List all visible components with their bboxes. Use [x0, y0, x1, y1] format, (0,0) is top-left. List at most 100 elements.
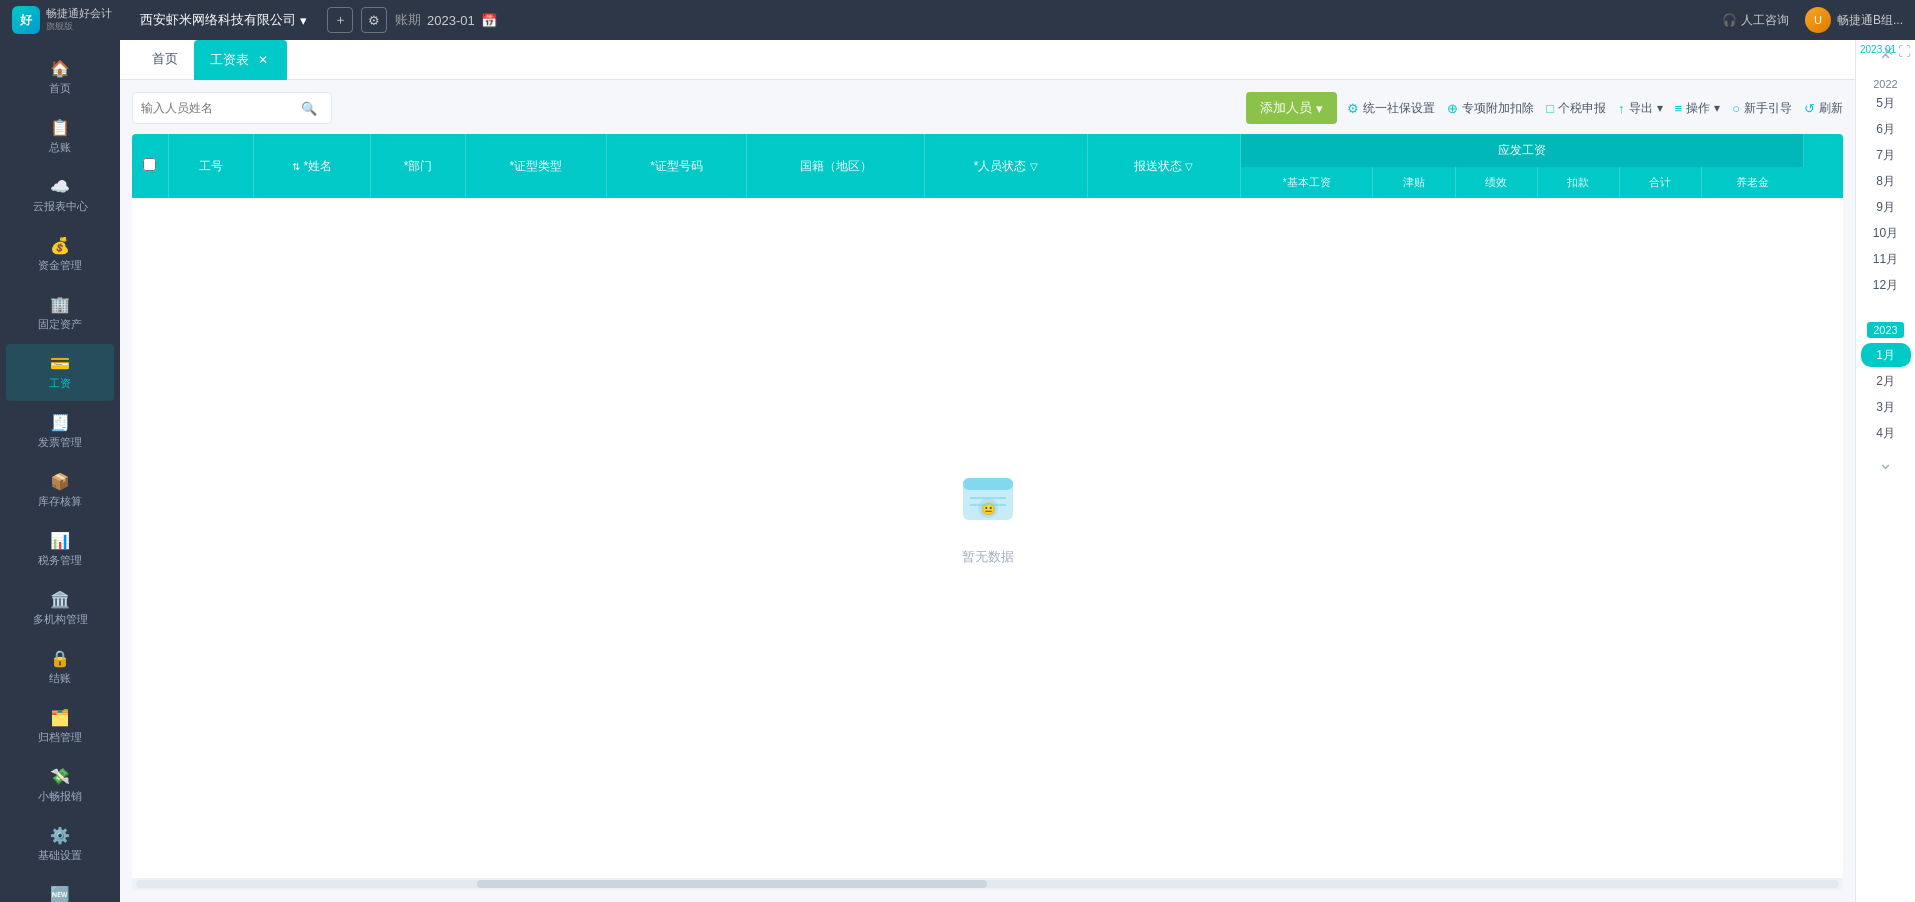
inventory-icon: 📦	[50, 472, 70, 491]
svg-rect-1	[963, 478, 1013, 490]
tab-home[interactable]: 首页	[136, 40, 194, 80]
sidebar-item-fund[interactable]: 💰 资金管理	[6, 226, 114, 283]
new-guide-btn[interactable]: ○ 新手引导	[1732, 100, 1792, 117]
report-filter-icon: ▽	[1185, 161, 1193, 172]
user-name: 畅捷通B组...	[1837, 12, 1903, 29]
th-checkbox[interactable]	[132, 134, 168, 198]
invoice-icon: 🧾	[50, 413, 70, 432]
scrollbar-track[interactable]	[136, 880, 1839, 888]
sidebar: 🏠 首页 📋 总账 ☁️ 云报表中心 💰 资金管理 🏢 固定资产 💳 工资 🧾 …	[0, 40, 120, 902]
search-icon: 🔍	[301, 101, 317, 116]
th-cert-type: *证型类型	[465, 134, 606, 198]
right-panel: ⌃ 2022 5月 6月 7月 8月 9月 10月 11月 12月 2023 1…	[1855, 40, 1915, 902]
month-1[interactable]: 1月	[1861, 343, 1911, 367]
headset-icon: 🎧	[1722, 13, 1737, 27]
service-btn[interactable]: 🎧 人工咨询	[1722, 12, 1789, 29]
export-btn[interactable]: ↑ 导出 ▾	[1618, 100, 1663, 117]
month-5[interactable]: 5月	[1861, 91, 1911, 115]
th-operation	[1804, 134, 1843, 198]
add-company-btn[interactable]: ＋	[327, 7, 353, 33]
expense-icon: 💸	[50, 767, 70, 786]
month-7[interactable]: 7月	[1861, 143, 1911, 167]
month-6[interactable]: 6月	[1861, 117, 1911, 141]
sidebar-item-assets[interactable]: 🏢 固定资产	[6, 285, 114, 342]
special-deduction-label: 专项附加扣除	[1462, 100, 1534, 117]
social-security-icon: ⚙	[1347, 101, 1359, 116]
month-9[interactable]: 9月	[1861, 195, 1911, 219]
user-area[interactable]: U 畅捷通B组...	[1805, 7, 1903, 33]
th-performance: 绩效	[1455, 167, 1537, 198]
month-4[interactable]: 4月	[1861, 421, 1911, 445]
sidebar-item-cloud-report[interactable]: ☁️ 云报表中心	[6, 167, 114, 224]
scrollbar-area[interactable]	[132, 878, 1843, 890]
export-arrow-icon: ▾	[1657, 101, 1663, 115]
panel-expand-icon[interactable]: ⛶	[1898, 44, 1911, 59]
period-label: 账期	[395, 11, 421, 29]
th-report-status[interactable]: 报送状态 ▽	[1087, 134, 1241, 198]
sidebar-item-home[interactable]: 🏠 首页	[6, 49, 114, 106]
tab-close-icon[interactable]: ✕	[255, 52, 271, 68]
sidebar-item-tax[interactable]: 📊 税务管理	[6, 521, 114, 578]
sidebar-item-expense[interactable]: 💸 小畅报销	[6, 757, 114, 814]
company-dropdown-icon: ▾	[300, 13, 307, 28]
th-name[interactable]: ⇅ *姓名	[254, 134, 371, 198]
refresh-btn[interactable]: ↺ 刷新	[1804, 100, 1843, 117]
th-allowance: 津贴	[1373, 167, 1455, 198]
th-base-salary: *基本工资	[1241, 167, 1373, 198]
logo-area: 好 畅捷通好会计 旗舰版	[12, 6, 132, 34]
sidebar-item-multi-org[interactable]: 🏛️ 多机构管理	[6, 580, 114, 637]
th-status[interactable]: *人员状态 ▽	[925, 134, 1087, 198]
social-security-label: 统一社保设置	[1363, 100, 1435, 117]
sidebar-item-inventory[interactable]: 📦 库存核算	[6, 462, 114, 519]
tax-report-btn[interactable]: □ 个税申报	[1546, 100, 1606, 117]
add-person-arrow-icon: ▾	[1316, 101, 1323, 116]
user-avatar: U	[1805, 7, 1831, 33]
sidebar-item-close-period[interactable]: 🔒 结账	[6, 639, 114, 696]
month-8[interactable]: 8月	[1861, 169, 1911, 193]
month-10[interactable]: 10月	[1861, 221, 1911, 245]
company-name: 西安虾米网络科技有限公司	[140, 11, 296, 29]
tab-payroll-table[interactable]: 工资表 ✕	[194, 40, 287, 80]
sidebar-item-archive[interactable]: 🗂️ 归档管理	[6, 698, 114, 755]
th-country: 国籍（地区）	[747, 134, 925, 198]
add-person-label: 添加人员	[1260, 99, 1312, 117]
search-input[interactable]	[141, 101, 301, 115]
add-person-btn[interactable]: 添加人员 ▾	[1246, 92, 1337, 124]
payroll-icon: 💳	[50, 354, 70, 373]
sidebar-item-invoice[interactable]: 🧾 发票管理	[6, 403, 114, 460]
operation-icon: ≡	[1675, 101, 1683, 116]
period-value: 2023-01	[427, 13, 475, 28]
month-2[interactable]: 2月	[1861, 369, 1911, 393]
th-salary-group: 应发工资	[1241, 134, 1804, 167]
home-icon: 🏠	[50, 59, 70, 78]
month-12[interactable]: 12月	[1861, 273, 1911, 297]
toolbar: 🔍 添加人员 ▾ ⚙ 统一社保设置 ⊕ 专项附加扣除	[132, 92, 1843, 124]
fund-icon: 💰	[50, 236, 70, 255]
logo-text: 畅捷通好会计	[46, 7, 112, 20]
new-guide-label: 新手引导	[1744, 100, 1792, 117]
current-period: 2023.01	[1860, 44, 1896, 55]
guide-icon: 🆕	[50, 885, 70, 902]
sidebar-item-guide[interactable]: 🆕 新手引导	[6, 875, 114, 902]
month-3[interactable]: 3月	[1861, 395, 1911, 419]
special-deduction-btn[interactable]: ⊕ 专项附加扣除	[1447, 100, 1534, 117]
social-security-btn[interactable]: ⚙ 统一社保设置	[1347, 100, 1435, 117]
settings-btn[interactable]: ⚙	[361, 7, 387, 33]
month-11[interactable]: 11月	[1861, 247, 1911, 271]
export-label: 导出	[1629, 100, 1653, 117]
company-selector[interactable]: 西安虾米网络科技有限公司 ▾	[132, 7, 315, 33]
sidebar-item-settings[interactable]: ⚙️ 基础设置	[6, 816, 114, 873]
panel-scroll-down-icon[interactable]: ⌄	[1876, 450, 1895, 476]
assets-icon: 🏢	[50, 295, 70, 314]
service-label: 人工咨询	[1741, 12, 1789, 29]
tax-icon: 📊	[50, 531, 70, 550]
operation-btn[interactable]: ≡ 操作 ▾	[1675, 100, 1721, 117]
settings-side-icon: ⚙️	[50, 826, 70, 845]
sidebar-item-ledger[interactable]: 📋 总账	[6, 108, 114, 165]
empty-icon: 😐	[948, 458, 1028, 538]
select-all-checkbox[interactable]	[143, 158, 156, 171]
sidebar-item-payroll[interactable]: 💳 工资	[6, 344, 114, 401]
ledger-icon: 📋	[50, 118, 70, 137]
period-calendar-icon[interactable]: 📅	[481, 13, 497, 28]
scrollbar-thumb[interactable]	[477, 880, 988, 888]
